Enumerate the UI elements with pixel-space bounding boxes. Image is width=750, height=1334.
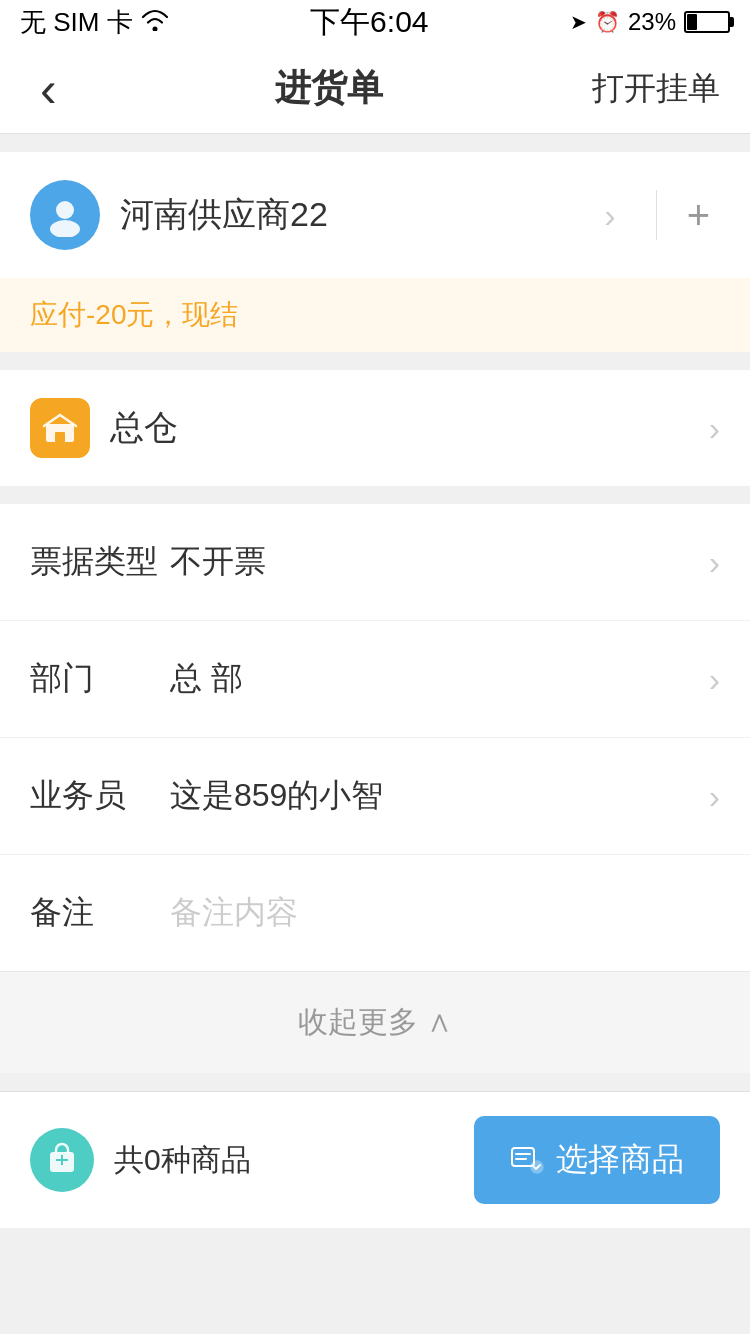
warehouse-row[interactable]: 总仓 › — [0, 370, 750, 486]
remark-label: 备注 — [30, 891, 170, 935]
battery-icon — [684, 11, 730, 33]
sales-row[interactable]: 业务员 这是859的小智 › — [0, 737, 750, 854]
status-bar-left: 无 SIM 卡 — [20, 5, 169, 40]
battery-percentage: 23% — [628, 8, 676, 36]
goods-icon — [30, 1128, 94, 1192]
wifi-icon — [141, 7, 169, 38]
svg-rect-7 — [512, 1148, 534, 1166]
status-bar-time: 下午6:04 — [310, 2, 428, 43]
page-title: 进货单 — [275, 64, 383, 113]
invoice-type-value: 不开票 — [170, 540, 709, 584]
goods-count-label: 共0种商品 — [114, 1140, 474, 1181]
supplier-row[interactable]: 河南供应商22 › + — [0, 152, 750, 278]
select-goods-button[interactable]: 选择商品 — [474, 1116, 720, 1204]
collapse-label: 收起更多 ∧ — [298, 1002, 451, 1043]
notice-text: 应付-20元，现结 — [30, 299, 238, 330]
notice-bar: 应付-20元，现结 — [0, 278, 750, 352]
dept-label: 部门 — [30, 657, 170, 701]
warehouse-name: 总仓 — [110, 405, 709, 451]
background-fill — [0, 1228, 750, 1334]
back-button[interactable]: ‹ — [30, 50, 67, 128]
warehouse-section: 总仓 › — [0, 370, 750, 486]
open-pending-button[interactable]: 打开挂单 — [592, 67, 720, 111]
supplier-section: 河南供应商22 › + 应付-20元，现结 — [0, 152, 750, 352]
dept-value: 总 部 — [170, 657, 709, 701]
supplier-divider — [656, 190, 657, 240]
sales-label: 业务员 — [30, 774, 170, 818]
svg-point-1 — [50, 220, 80, 237]
svg-rect-3 — [55, 432, 65, 442]
section-divider-2 — [0, 352, 750, 370]
remark-row[interactable]: 备注 备注内容 — [0, 854, 750, 971]
warehouse-icon — [30, 398, 90, 458]
supplier-avatar — [30, 180, 100, 250]
remark-input[interactable]: 备注内容 — [170, 891, 720, 935]
invoice-type-row[interactable]: 票据类型 不开票 › — [0, 504, 750, 620]
status-bar-right: ➤ ⏰ 23% — [570, 8, 730, 36]
invoice-chevron-icon: › — [709, 543, 720, 582]
sales-chevron-icon: › — [709, 777, 720, 816]
collapse-bar[interactable]: 收起更多 ∧ — [0, 971, 750, 1073]
add-button[interactable]: + — [677, 183, 720, 248]
warehouse-chevron-icon: › — [709, 409, 720, 448]
location-icon: ➤ — [570, 10, 587, 34]
alarm-icon: ⏰ — [595, 10, 620, 34]
section-divider-3 — [0, 486, 750, 504]
dept-row[interactable]: 部门 总 部 › — [0, 620, 750, 737]
svg-point-0 — [56, 201, 74, 219]
dept-chevron-icon: › — [709, 660, 720, 699]
nav-bar: ‹ 进货单 打开挂单 — [0, 44, 750, 134]
form-section: 票据类型 不开票 › 部门 总 部 › 业务员 这是859的小智 › 备注 备注… — [0, 504, 750, 971]
select-goods-label: 选择商品 — [556, 1138, 684, 1182]
supplier-chevron-icon: › — [604, 196, 615, 235]
invoice-type-label: 票据类型 — [30, 540, 170, 584]
bottom-bar: 共0种商品 选择商品 — [0, 1091, 750, 1228]
carrier-label: 无 SIM 卡 — [20, 5, 133, 40]
section-divider-4 — [0, 1073, 750, 1091]
section-divider-1 — [0, 134, 750, 152]
sales-value: 这是859的小智 — [170, 774, 709, 818]
status-bar: 无 SIM 卡 下午6:04 ➤ ⏰ 23% — [0, 0, 750, 44]
supplier-name: 河南供应商22 — [120, 192, 604, 238]
